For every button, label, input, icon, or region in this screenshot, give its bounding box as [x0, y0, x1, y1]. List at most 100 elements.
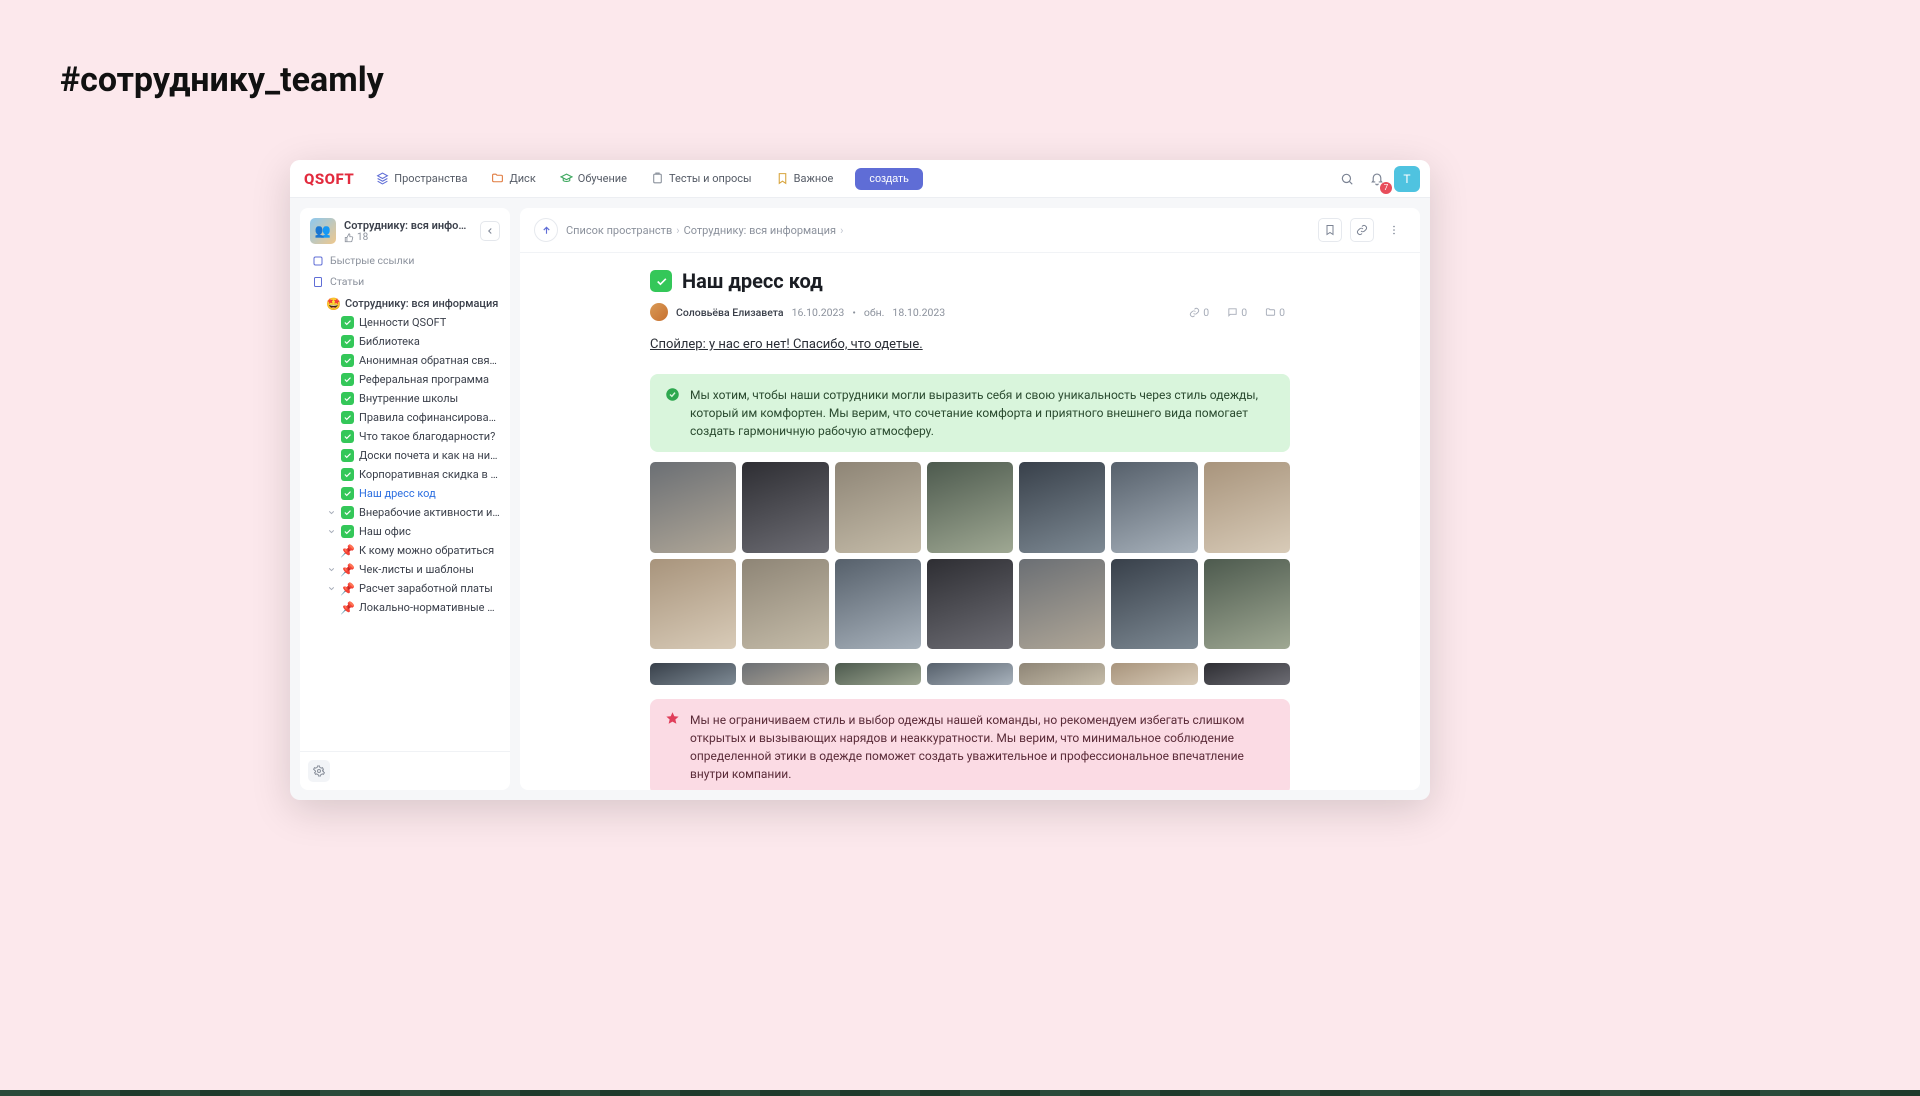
- chevron-left-icon: [485, 226, 495, 236]
- outfit-image[interactable]: [927, 663, 1013, 685]
- nav-spaces[interactable]: Пространства: [366, 168, 477, 189]
- tree-item[interactable]: Корпоративная скидка в SkyEng: [300, 465, 510, 484]
- topbar: QSOFT Пространства Диск Обучение Тесты и…: [290, 160, 1430, 198]
- spoiler-text: Спойлер: у нас его нет! Спасибо, что оде…: [650, 337, 1290, 352]
- outfit-image[interactable]: [1019, 559, 1105, 650]
- outfit-image[interactable]: [650, 663, 736, 685]
- clipboard-icon: [651, 172, 664, 185]
- stat-folder-count: 0: [1279, 306, 1285, 319]
- outfit-gallery-1: [650, 462, 1290, 649]
- space-likes[interactable]: 18: [344, 232, 472, 243]
- tree-item[interactable]: Внутренние школы: [300, 389, 510, 408]
- check-icon: [341, 430, 354, 443]
- create-button[interactable]: создать: [855, 168, 922, 190]
- tree-item[interactable]: 📌Расчет заработной платы: [300, 579, 510, 598]
- outfit-image[interactable]: [835, 462, 921, 553]
- chevron-down-icon[interactable]: [326, 527, 336, 537]
- sidebar-collapse-button[interactable]: [480, 221, 500, 241]
- stat-folder[interactable]: 0: [1260, 304, 1290, 321]
- article-updated: 18.10.2023: [892, 306, 945, 319]
- tree-item-label: Внутренние школы: [359, 392, 458, 405]
- check-circle-icon: [664, 386, 680, 402]
- more-vertical-icon: [1388, 224, 1400, 236]
- tree-item[interactable]: Доски почета и как на них поп...: [300, 446, 510, 465]
- bookmark-doc-button[interactable]: [1318, 218, 1342, 242]
- tree-item-label: Расчет заработной платы: [359, 582, 493, 595]
- tree-item[interactable]: 🤩Сотруднику: вся информация: [300, 294, 510, 313]
- nav-tests-label: Тесты и опросы: [669, 172, 752, 185]
- tree-item[interactable]: Библиотека: [300, 332, 510, 351]
- stat-comments[interactable]: 0: [1222, 304, 1252, 321]
- author-avatar[interactable]: [650, 303, 668, 321]
- notif-badge: 7: [1380, 182, 1392, 194]
- tree-item-label: Локально-нормативные акты ...: [359, 601, 500, 614]
- outfit-gallery-1-row3: [650, 663, 1290, 685]
- author-name[interactable]: Соловьёва Елизавета: [676, 306, 784, 319]
- tree-item[interactable]: 📌К кому можно обратиться: [300, 541, 510, 560]
- tree-item-label: Анонимная обратная связь: [359, 354, 500, 367]
- notifications-button[interactable]: 7: [1364, 166, 1390, 192]
- more-doc-button[interactable]: [1382, 218, 1406, 242]
- check-icon: [341, 487, 354, 500]
- tree-item[interactable]: Ценности QSOFT: [300, 313, 510, 332]
- quick-links-section[interactable]: Быстрые ссылки: [300, 250, 510, 271]
- outfit-image[interactable]: [927, 462, 1013, 553]
- tree-item[interactable]: 📌Чек-листы и шаблоны: [300, 560, 510, 579]
- tree-item[interactable]: Внерабочие активности и нов...: [300, 503, 510, 522]
- stat-links[interactable]: 0: [1184, 304, 1214, 321]
- check-icon: [341, 316, 354, 329]
- outfit-image[interactable]: [1204, 559, 1290, 650]
- breadcrumb-link[interactable]: Сотруднику: вся информация: [684, 224, 837, 237]
- tree-item[interactable]: Реферальная программа: [300, 370, 510, 389]
- star-icon: [664, 711, 680, 727]
- outfit-image[interactable]: [1204, 462, 1290, 553]
- brand-logo[interactable]: QSOFT: [300, 170, 362, 188]
- decorative-strip: [0, 1090, 1920, 1096]
- chevron-down-icon[interactable]: [326, 584, 336, 594]
- outfit-image[interactable]: [742, 663, 828, 685]
- check-icon: [341, 392, 354, 405]
- check-icon: [341, 373, 354, 386]
- outfit-image[interactable]: [1111, 663, 1197, 685]
- nav-disk-label: Диск: [509, 172, 535, 185]
- outfit-image[interactable]: [650, 462, 736, 553]
- link-doc-button[interactable]: [1350, 218, 1374, 242]
- tree-item[interactable]: 📌Локально-нормативные акты ...: [300, 598, 510, 617]
- sidebar-settings-button[interactable]: [308, 760, 330, 782]
- check-icon: [650, 270, 672, 292]
- outfit-image[interactable]: [650, 559, 736, 650]
- nav-disk[interactable]: Диск: [481, 168, 545, 189]
- article-title: Наш дресс код: [682, 269, 823, 293]
- outfit-image[interactable]: [835, 663, 921, 685]
- search-button[interactable]: [1334, 166, 1360, 192]
- outfit-image[interactable]: [835, 559, 921, 650]
- tree-item[interactable]: Наш дресс код: [300, 484, 510, 503]
- articles-section[interactable]: Статьи: [300, 271, 510, 292]
- tree-item[interactable]: Анонимная обратная связь: [300, 351, 510, 370]
- nav-training[interactable]: Обучение: [550, 168, 637, 189]
- tree-item-label: Библиотека: [359, 335, 420, 348]
- outfit-image[interactable]: [742, 559, 828, 650]
- outfit-image[interactable]: [1111, 462, 1197, 553]
- emoji-icon: 🤩: [327, 297, 340, 310]
- chevron-down-icon[interactable]: [326, 565, 336, 575]
- tree-item[interactable]: Правила софинансирования в...: [300, 408, 510, 427]
- outfit-image[interactable]: [1019, 663, 1105, 685]
- search-icon: [1340, 172, 1354, 186]
- outfit-image[interactable]: [1204, 663, 1290, 685]
- nav-tests[interactable]: Тесты и опросы: [641, 168, 762, 189]
- space-title[interactable]: Сотруднику: вся информ...: [344, 219, 472, 232]
- breadcrumb-link[interactable]: Список пространств: [566, 224, 672, 237]
- chevron-down-icon[interactable]: [326, 508, 336, 518]
- callout-warning: Мы не ограничиваем стиль и выбор одежды …: [650, 699, 1290, 790]
- outfit-image[interactable]: [927, 559, 1013, 650]
- user-avatar[interactable]: T: [1394, 166, 1420, 192]
- outfit-image[interactable]: [1111, 559, 1197, 650]
- back-button[interactable]: [534, 218, 558, 242]
- outfit-image[interactable]: [1019, 462, 1105, 553]
- tree-item[interactable]: Что такое благодарности?: [300, 427, 510, 446]
- outfit-image[interactable]: [742, 462, 828, 553]
- tree-item[interactable]: Наш офис: [300, 522, 510, 541]
- articles-label: Статьи: [330, 275, 364, 288]
- nav-important[interactable]: Важное: [766, 168, 844, 189]
